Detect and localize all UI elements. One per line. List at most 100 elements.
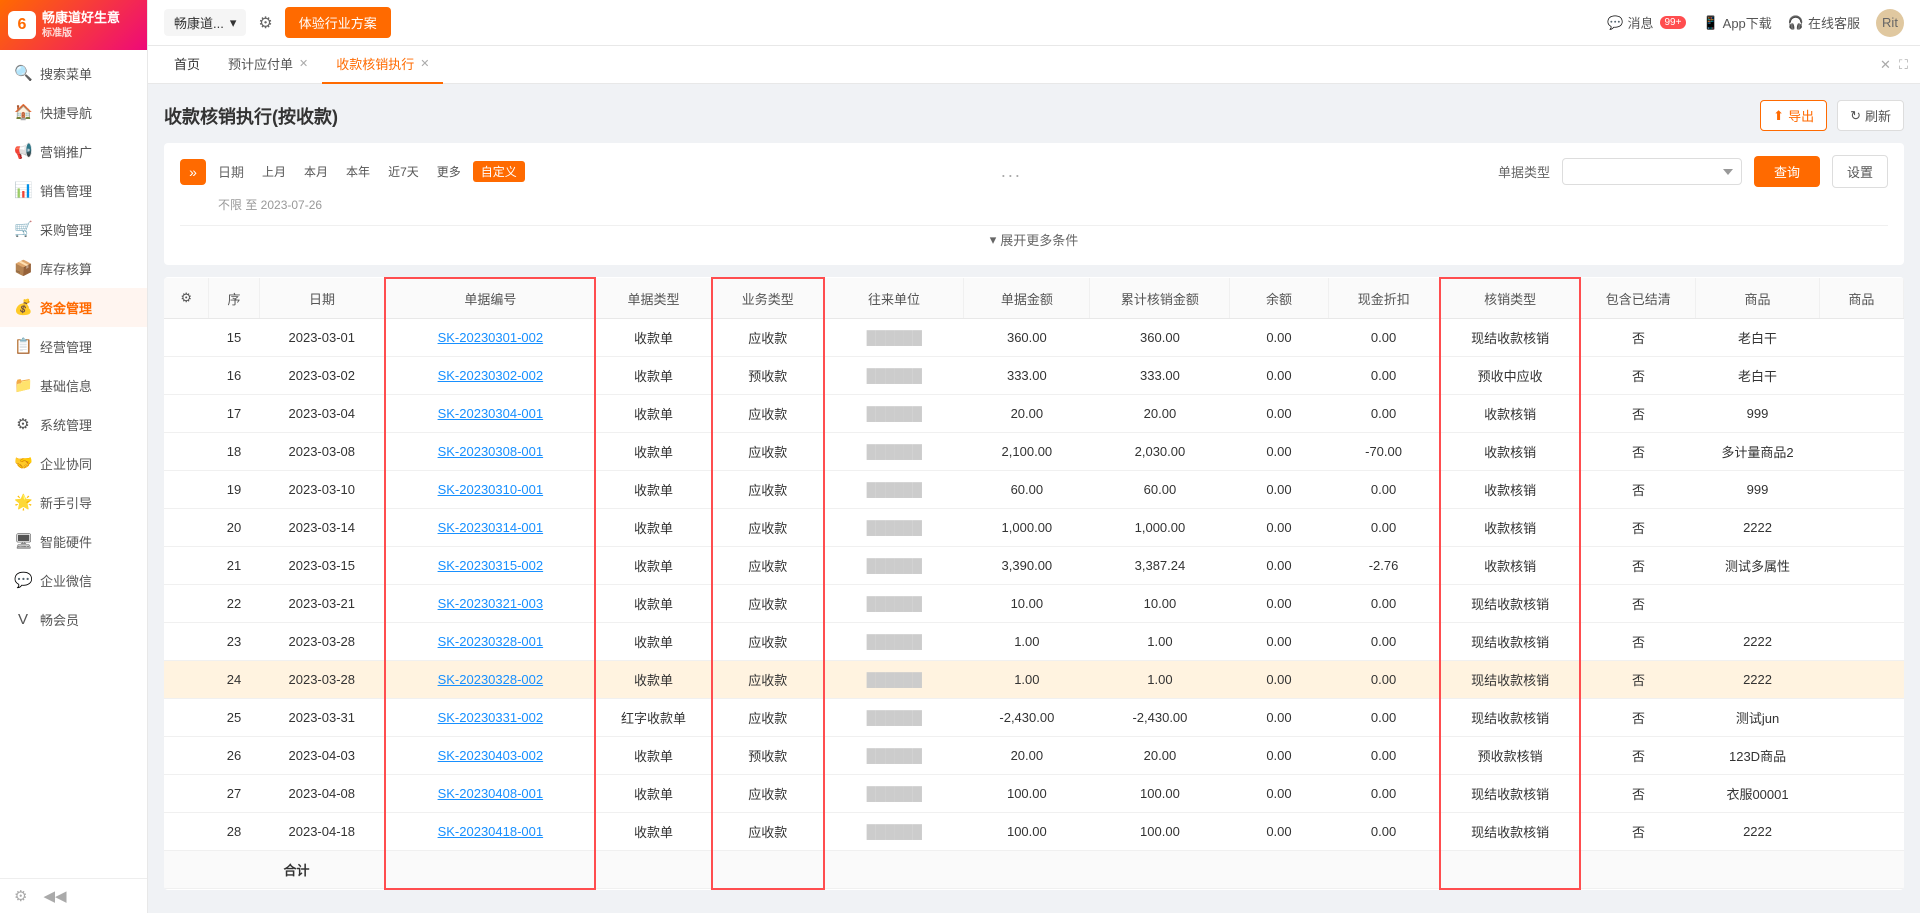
receipt-type-select[interactable] xyxy=(1562,158,1742,185)
tab-receipt-core[interactable]: 收款核销执行 ✕ xyxy=(322,46,443,84)
tab-close-pre-settlement[interactable]: ✕ xyxy=(299,57,308,70)
cell-receipt-no[interactable]: SK-20230304-001 xyxy=(385,395,595,433)
table-row[interactable]: 26 2023-04-03 SK-20230403-002 收款单 预收款 ██… xyxy=(164,737,1904,775)
sidebar-item-wechat[interactable]: 💬企业微信 xyxy=(0,561,147,600)
sidebar-item-hardware[interactable]: 🖥智能硬件 xyxy=(0,522,147,561)
filter-row-2: 不限 至 2023-07-26 xyxy=(180,196,1888,213)
table-row[interactable]: 27 2023-04-08 SK-20230408-001 收款单 应收款 ██… xyxy=(164,775,1904,813)
online-service-action[interactable]: 🎧 在线客服 xyxy=(1788,13,1860,32)
cell-balance: 0.00 xyxy=(1230,775,1328,813)
settings-button[interactable]: 设置 xyxy=(1832,155,1888,188)
sidebar-item-search-menu[interactable]: 🔍搜索菜单 xyxy=(0,54,147,93)
cell-receipt-type: 收款单 xyxy=(595,547,711,585)
sidebar-item-system[interactable]: ⚙系统管理 xyxy=(0,405,147,444)
cell-date: 2023-04-03 xyxy=(259,737,385,775)
cell-receipt-no[interactable]: SK-20230301-002 xyxy=(385,319,595,357)
cell-cash-discount: 0.00 xyxy=(1328,699,1440,737)
cell-receipt-no[interactable]: SK-20230418-001 xyxy=(385,813,595,851)
cell-receipt-no[interactable]: SK-20230408-001 xyxy=(385,775,595,813)
cell-receipt-no[interactable]: SK-20230310-001 xyxy=(385,471,595,509)
cell-receipt-no[interactable]: SK-20230328-001 xyxy=(385,623,595,661)
table-row[interactable]: 22 2023-03-21 SK-20230321-003 收款单 应收款 ██… xyxy=(164,585,1904,623)
sidebar-item-guide[interactable]: 🌟新手引导 xyxy=(0,483,147,522)
tab-close-receipt-core[interactable]: ✕ xyxy=(420,57,429,70)
date-btn-this-year[interactable]: 本年 xyxy=(340,161,376,182)
table-row[interactable]: 23 2023-03-28 SK-20230328-001 收款单 应收款 ██… xyxy=(164,623,1904,661)
tab-close-all-icon[interactable]: ✕ xyxy=(1880,57,1891,73)
sidebar-item-marketing[interactable]: 📢营销推广 xyxy=(0,132,147,171)
tab-expand-icon[interactable]: ⛶ xyxy=(1899,57,1908,73)
sidebar-label-guide: 新手引导 xyxy=(40,493,92,512)
sidebar-item-member[interactable]: V畅会员 xyxy=(0,600,147,639)
cell-receipt-no[interactable]: SK-20230302-002 xyxy=(385,357,595,395)
filter-expand-btn[interactable]: ▾ 展开更多条件 xyxy=(180,225,1888,253)
cell-core-type: 收款核销 xyxy=(1440,471,1580,509)
cell-receipt-no[interactable]: SK-20230308-001 xyxy=(385,433,595,471)
sidebar-item-quick-nav[interactable]: 🏠快捷导航 xyxy=(0,93,147,132)
tab-home[interactable]: 首页 xyxy=(160,46,214,84)
cell-amount: 1.00 xyxy=(964,661,1090,699)
col-settings[interactable]: ⚙ xyxy=(164,278,209,319)
cell-receipt-no[interactable]: SK-20230331-002 xyxy=(385,699,595,737)
table-row[interactable]: 18 2023-03-08 SK-20230308-001 收款单 应收款 ██… xyxy=(164,433,1904,471)
industry-solution-button[interactable]: 体验行业方案 xyxy=(285,7,391,38)
cell-biz-type: 应收款 xyxy=(712,661,824,699)
cell-receipt-no[interactable]: SK-20230315-002 xyxy=(385,547,595,585)
table-row[interactable]: 25 2023-03-31 SK-20230331-002 红字收款单 应收款 … xyxy=(164,699,1904,737)
cell-receipt-no[interactable]: SK-20230321-003 xyxy=(385,585,595,623)
workspace-selector[interactable]: 畅康道... ▾ xyxy=(164,9,246,36)
user-avatar[interactable]: Rit xyxy=(1876,9,1904,37)
date-btn-more[interactable]: 更多 xyxy=(431,161,467,182)
cell-amount: 1,000.00 xyxy=(964,509,1090,547)
cell-receipt-no[interactable]: SK-20230314-001 xyxy=(385,509,595,547)
cell-core-type: 收款核销 xyxy=(1440,547,1580,585)
table-row[interactable]: 24 2023-03-28 SK-20230328-002 收款单 应收款 ██… xyxy=(164,661,1904,699)
table-header-row: ⚙ 序 日期 单据编号 单据类型 业务类型 往来单位 单据金额 累计核销金额 余… xyxy=(164,278,1904,319)
date-btn-custom[interactable]: 自定义 xyxy=(473,161,525,182)
cell-partner: ██████ xyxy=(824,319,964,357)
table-scroll-area[interactable]: ⚙ 序 日期 单据编号 单据类型 业务类型 往来单位 单据金额 累计核销金额 余… xyxy=(164,277,1904,890)
sidebar-label-inventory: 库存核算 xyxy=(40,259,92,278)
table-row[interactable]: 28 2023-04-18 SK-20230418-001 收款单 应收款 ██… xyxy=(164,813,1904,851)
date-btn-last-month[interactable]: 上月 xyxy=(256,161,292,182)
table-row[interactable]: 17 2023-03-04 SK-20230304-001 收款单 应收款 ██… xyxy=(164,395,1904,433)
sidebar-label-basic-info: 基础信息 xyxy=(40,376,92,395)
topbar-gear-icon[interactable]: ⚙ xyxy=(258,13,272,33)
table-row[interactable]: 20 2023-03-14 SK-20230314-001 收款单 应收款 ██… xyxy=(164,509,1904,547)
sidebar-item-inventory[interactable]: 📦库存核算 xyxy=(0,249,147,288)
filter-toggle-button[interactable]: » xyxy=(180,159,206,185)
cell-biz-type: 应收款 xyxy=(712,395,824,433)
app-download-action[interactable]: 📱 App下载 xyxy=(1702,13,1771,32)
cell-goods: 999 xyxy=(1696,395,1820,433)
collapse-icon[interactable]: ◀◀ xyxy=(43,887,66,905)
cell-settings xyxy=(164,775,209,813)
query-button[interactable]: 查询 xyxy=(1754,156,1820,187)
tab-pre-settlement[interactable]: 预计应付单 ✕ xyxy=(214,46,322,84)
settings-icon[interactable]: ⚙ xyxy=(14,887,27,905)
export-button[interactable]: ⬆ 导出 xyxy=(1760,100,1827,131)
table-row[interactable]: 15 2023-03-01 SK-20230301-002 收款单 应收款 ██… xyxy=(164,319,1904,357)
cell-balance: 0.00 xyxy=(1230,357,1328,395)
table-row[interactable]: 21 2023-03-15 SK-20230315-002 收款单 应收款 ██… xyxy=(164,547,1904,585)
date-btn-this-month[interactable]: 本月 xyxy=(298,161,334,182)
date-btn-7days[interactable]: 近7天 xyxy=(382,161,425,182)
sidebar-item-operations[interactable]: 📋经营管理 xyxy=(0,327,147,366)
cell-accum-core: 1.00 xyxy=(1090,661,1230,699)
sidebar-item-sales[interactable]: 📊销售管理 xyxy=(0,171,147,210)
table-row[interactable]: 16 2023-03-02 SK-20230302-002 收款单 预收款 ██… xyxy=(164,357,1904,395)
message-action[interactable]: 💬 消息 99+ xyxy=(1607,13,1686,32)
cell-no: 15 xyxy=(209,319,259,357)
table-row[interactable]: 19 2023-03-10 SK-20230310-001 收款单 应收款 ██… xyxy=(164,471,1904,509)
sidebar-item-finance[interactable]: 💰资金管理 xyxy=(0,288,147,327)
cell-cash-discount: 0.00 xyxy=(1328,813,1440,851)
col-core-type: 核销类型 xyxy=(1440,278,1580,319)
cell-receipt-no[interactable]: SK-20230403-002 xyxy=(385,737,595,775)
sidebar-item-enterprise[interactable]: 🤝企业协同 xyxy=(0,444,147,483)
topbar-actions: 💬 消息 99+ 📱 App下载 🎧 在线客服 Rit xyxy=(1607,9,1904,37)
cell-receipt-no[interactable]: SK-20230328-002 xyxy=(385,661,595,699)
main-area: 畅康道... ▾ ⚙ 体验行业方案 💬 消息 99+ 📱 App下载 🎧 在线客… xyxy=(148,0,1920,913)
sidebar-item-basic-info[interactable]: 📁基础信息 xyxy=(0,366,147,405)
refresh-button[interactable]: ↻ 刷新 xyxy=(1837,100,1904,131)
cell-partner: ██████ xyxy=(824,699,964,737)
sidebar-item-purchase[interactable]: 🛒采购管理 xyxy=(0,210,147,249)
